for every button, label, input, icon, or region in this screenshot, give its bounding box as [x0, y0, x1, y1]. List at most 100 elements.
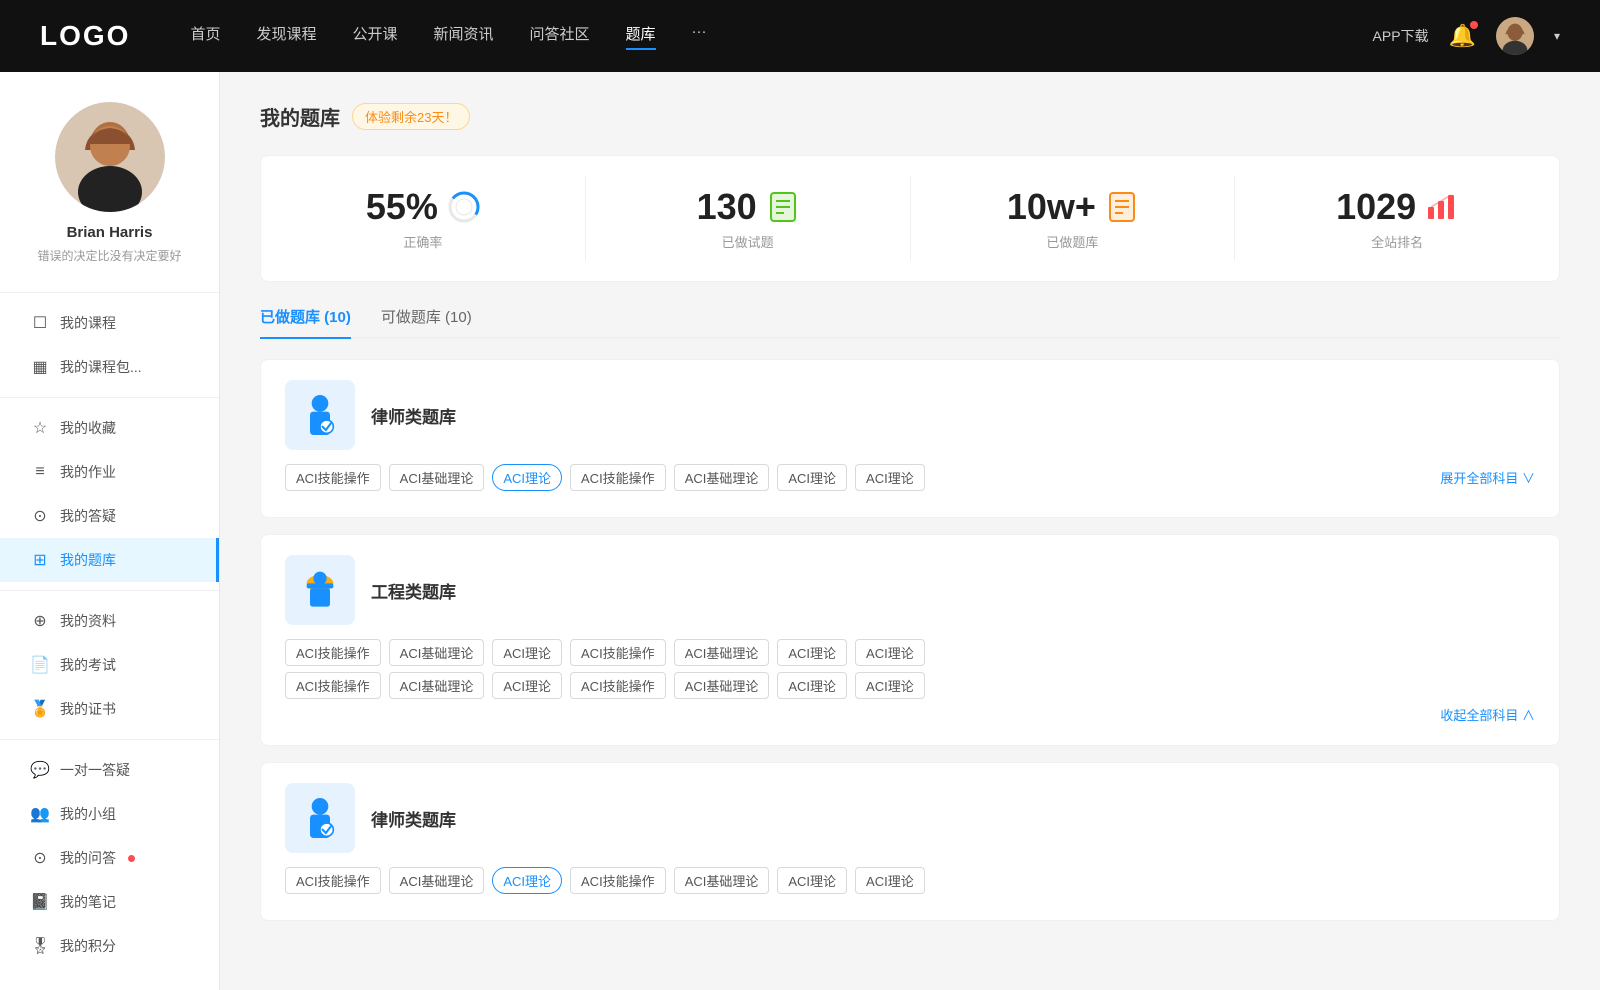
sidebar-item-my-courses[interactable]: ☐ 我的课程	[0, 301, 219, 345]
tab-available-qbanks[interactable]: 可做题库 (10)	[381, 306, 472, 339]
tag-lawyer1-4[interactable]: ACI基础理论	[674, 464, 770, 491]
qbank-icon-engineer	[285, 555, 355, 625]
tag-lawyer1-5[interactable]: ACI理论	[777, 464, 847, 491]
stat-accuracy-value: 55%	[366, 186, 438, 228]
my-certificate-label: 我的证书	[60, 699, 116, 719]
tag-eng1-1[interactable]: ACI基础理论	[389, 639, 485, 666]
qbank-card-header-1: 律师类题库	[285, 380, 1535, 450]
tag-eng1-2[interactable]: ACI理论	[492, 639, 562, 666]
nav-open-course[interactable]: 公开课	[352, 23, 397, 50]
tag-lawyer2-2[interactable]: ACI理论	[492, 867, 562, 894]
qbank-icon-lawyer-2	[285, 783, 355, 853]
stat-accuracy-top: 55%	[366, 186, 480, 228]
my-homework-label: 我的作业	[60, 462, 116, 482]
tag-lawyer1-6[interactable]: ACI理论	[855, 464, 925, 491]
stat-rank: 1029 全站排名	[1235, 176, 1559, 261]
nav-right: APP下载 🔔 ▾	[1373, 17, 1560, 55]
tag-lawyer2-5[interactable]: ACI理论	[777, 867, 847, 894]
sidebar-item-my-profile[interactable]: ⊕ 我的资料	[0, 599, 219, 643]
sidebar-item-my-questions[interactable]: ⊙ 我的答疑	[0, 494, 219, 538]
my-exam-icon: 📄	[30, 655, 50, 675]
sidebar-item-my-certificate[interactable]: 🏅 我的证书	[0, 687, 219, 731]
tag-eng1-3[interactable]: ACI技能操作	[570, 639, 666, 666]
sidebar-item-my-qa[interactable]: ⊙ 我的问答	[0, 836, 219, 880]
avatar-image	[1496, 17, 1534, 55]
notification-bell[interactable]: 🔔	[1449, 23, 1476, 49]
tag-lawyer1-0[interactable]: ACI技能操作	[285, 464, 381, 491]
one-on-one-label: 一对一答疑	[60, 760, 130, 780]
tag-eng1-5[interactable]: ACI理论	[777, 639, 847, 666]
notification-dot	[1470, 21, 1478, 29]
doc-orange-icon	[1106, 191, 1138, 223]
my-profile-label: 我的资料	[60, 611, 116, 631]
stats-row: 55% 正确率 130	[260, 155, 1560, 282]
sidebar-item-my-notes[interactable]: 📓 我的笔记	[0, 880, 219, 924]
app-download-link[interactable]: APP下载	[1373, 26, 1429, 46]
qbank-card-engineer: 工程类题库 ACI技能操作 ACI基础理论 ACI理论 ACI技能操作 ACI基…	[260, 534, 1560, 746]
avatar-chevron[interactable]: ▾	[1554, 29, 1560, 43]
tag-eng2-2[interactable]: ACI理论	[492, 672, 562, 699]
tabs-row: 已做题库 (10) 可做题库 (10)	[260, 306, 1560, 339]
nav-news[interactable]: 新闻资讯	[434, 23, 494, 50]
tag-eng2-3[interactable]: ACI技能操作	[570, 672, 666, 699]
tag-lawyer2-3[interactable]: ACI技能操作	[570, 867, 666, 894]
stat-accuracy: 55% 正确率	[261, 176, 586, 261]
tag-eng2-1[interactable]: ACI基础理论	[389, 672, 485, 699]
my-courses-label: 我的课程	[60, 313, 116, 333]
sidebar: Brian Harris 错误的决定比没有决定要好 ☐ 我的课程 ▦ 我的课程包…	[0, 72, 220, 990]
my-course-packages-label: 我的课程包...	[60, 357, 142, 377]
tag-eng2-5[interactable]: ACI理论	[777, 672, 847, 699]
tag-lawyer2-1[interactable]: ACI基础理论	[389, 867, 485, 894]
tag-eng1-4[interactable]: ACI基础理论	[674, 639, 770, 666]
tag-lawyer1-1[interactable]: ACI基础理论	[389, 464, 485, 491]
nav-qbank[interactable]: 题库	[626, 23, 656, 50]
logo: LOGO	[40, 20, 130, 52]
tag-lawyer2-4[interactable]: ACI基础理论	[674, 867, 770, 894]
my-points-icon: 🎖	[30, 936, 50, 956]
tag-eng2-6[interactable]: ACI理论	[855, 672, 925, 699]
qbank-name-lawyer-2: 律师类题库	[371, 806, 456, 831]
nav-discover[interactable]: 发现课程	[256, 23, 316, 50]
stat-done-questions-top: 130	[697, 186, 799, 228]
my-profile-icon: ⊕	[30, 611, 50, 631]
my-certificate-icon: 🏅	[30, 699, 50, 719]
my-qa-icon: ⊙	[30, 848, 50, 868]
stat-done-qbanks: 10w+ 已做题库	[911, 176, 1236, 261]
sidebar-item-my-group[interactable]: 👥 我的小组	[0, 792, 219, 836]
sidebar-item-my-exam[interactable]: 📄 我的考试	[0, 643, 219, 687]
tag-lawyer1-2[interactable]: ACI理论	[492, 464, 562, 491]
my-exam-label: 我的考试	[60, 655, 116, 675]
stat-rank-label: 全站排名	[1371, 232, 1423, 251]
expand-link-lawyer-1[interactable]: 展开全部科目 ∨	[1440, 468, 1535, 487]
tags-row-engineer-1: ACI技能操作 ACI基础理论 ACI理论 ACI技能操作 ACI基础理论 AC…	[285, 639, 1535, 666]
sidebar-item-my-qbank[interactable]: ⊞ 我的题库	[0, 538, 219, 582]
my-notes-label: 我的笔记	[60, 892, 116, 912]
tag-eng2-0[interactable]: ACI技能操作	[285, 672, 381, 699]
nav-home[interactable]: 首页	[190, 23, 220, 50]
qbank-card-header-3: 律师类题库	[285, 783, 1535, 853]
tag-lawyer1-3[interactable]: ACI技能操作	[570, 464, 666, 491]
tab-done-qbanks[interactable]: 已做题库 (10)	[260, 306, 351, 339]
tag-eng2-4[interactable]: ACI基础理论	[674, 672, 770, 699]
stat-done-qbanks-top: 10w+	[1007, 186, 1138, 228]
nav-qa[interactable]: 问答社区	[530, 23, 590, 50]
sidebar-item-my-favorites[interactable]: ☆ 我的收藏	[0, 406, 219, 450]
tag-eng1-6[interactable]: ACI理论	[855, 639, 925, 666]
tag-lawyer2-0[interactable]: ACI技能操作	[285, 867, 381, 894]
sidebar-item-my-points[interactable]: 🎖 我的积分	[0, 924, 219, 968]
doc-green-icon	[767, 191, 799, 223]
tag-lawyer2-6[interactable]: ACI理论	[855, 867, 925, 894]
user-avatar[interactable]	[1496, 17, 1534, 55]
qbank-card-header-2: 工程类题库	[285, 555, 1535, 625]
sidebar-divider	[0, 292, 219, 293]
tag-eng1-0[interactable]: ACI技能操作	[285, 639, 381, 666]
qbank-icon-lawyer-1	[285, 380, 355, 450]
sidebar-item-my-course-packages[interactable]: ▦ 我的课程包...	[0, 345, 219, 389]
collapse-link-engineer[interactable]: 收起全部科目 ∧	[1440, 708, 1535, 723]
sidebar-divider-4	[0, 739, 219, 740]
sidebar-item-my-homework[interactable]: ≡ 我的作业	[0, 450, 219, 494]
sidebar-item-one-on-one[interactable]: 💬 一对一答疑	[0, 748, 219, 792]
main-content: 我的题库 体验剩余23天！ 55% 正确率	[220, 72, 1600, 990]
my-qa-badge	[128, 855, 135, 862]
nav-more[interactable]: ···	[692, 23, 707, 50]
